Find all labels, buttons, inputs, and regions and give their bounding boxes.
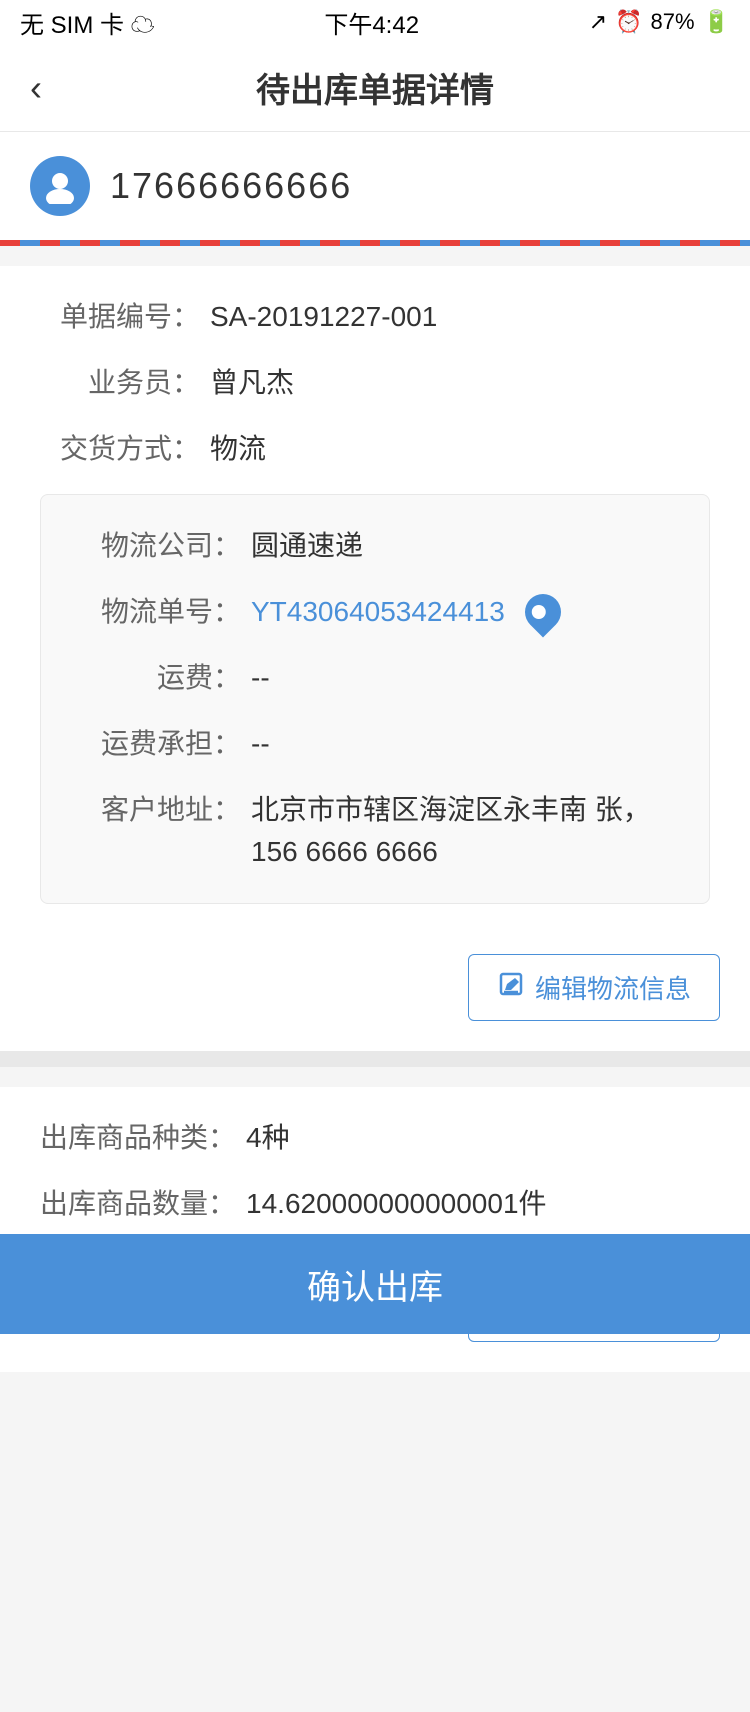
status-right: ↗ ⏰ 87% 🔋	[589, 9, 730, 35]
goods-types-label: 出库商品种类：	[40, 1117, 236, 1159]
freight-bearer-value: --	[251, 723, 669, 765]
battery-icon: 🔋	[703, 9, 730, 35]
logistics-section: 物流公司： 圆通速递 物流单号： YT43064053424413 运费： --…	[40, 494, 710, 904]
bottom-spacer	[0, 1372, 750, 1612]
main-content: 无 SIM 卡 ☁ 下午4:42 ↗ ⏰ 87% 🔋 ‹ 待出库单据详情 176…	[0, 0, 750, 1712]
avatar	[30, 156, 90, 216]
goods-types-row: 出库商品种类： 4种	[40, 1117, 710, 1159]
section-divider	[0, 1051, 750, 1067]
status-time: 下午4:42	[324, 5, 419, 40]
delivery-method-value: 物流	[210, 428, 710, 470]
salesperson-label: 业务员：	[40, 362, 200, 404]
customer-address-row: 客户地址： 北京市市辖区海淀区永丰南 张，156 6666 6666	[81, 789, 669, 873]
document-number-label: 单据编号：	[40, 296, 200, 338]
freight-bearer-label: 运费承担：	[81, 723, 241, 765]
delivery-method-label: 交货方式：	[40, 428, 200, 470]
dashed-separator	[0, 240, 750, 246]
delivery-method-row: 交货方式： 物流	[40, 428, 710, 470]
back-button[interactable]: ‹	[30, 67, 90, 109]
logistics-company-value: 圆通速递	[251, 525, 669, 567]
salesperson-row: 业务员： 曾凡杰	[40, 362, 710, 404]
logistics-company-label: 物流公司：	[81, 525, 241, 567]
location-status-icon: ↗	[589, 9, 607, 35]
goods-quantity-value: 14.620000000000001件	[246, 1183, 710, 1225]
freight-value: --	[251, 657, 669, 699]
goods-quantity-label: 出库商品数量：	[40, 1183, 236, 1225]
salesperson-value: 曾凡杰	[210, 362, 710, 404]
goods-section: 出库商品种类： 4种 出库商品数量： 14.620000000000001件	[0, 1087, 750, 1255]
tracking-number-label: 物流单号：	[81, 591, 241, 633]
customer-header: 17666666666	[0, 132, 750, 240]
nav-bar: ‹ 待出库单据详情	[0, 44, 750, 132]
alarm-icon: ⏰	[615, 9, 642, 35]
edit-logistics-container: 编辑物流信息	[0, 934, 750, 1051]
bottom-bar: 确认出库	[0, 1234, 750, 1334]
freight-row: 运费： --	[81, 657, 669, 699]
customer-address-value: 北京市市辖区海淀区永丰南 张，156 6666 6666	[251, 789, 669, 873]
confirm-button[interactable]: 确认出库	[307, 1260, 443, 1309]
tracking-number-row: 物流单号： YT43064053424413	[81, 591, 669, 633]
customer-address-label: 客户地址：	[81, 789, 241, 831]
goods-quantity-row: 出库商品数量： 14.620000000000001件	[40, 1183, 710, 1225]
edit-icon	[497, 970, 525, 1005]
basic-info-section: 单据编号： SA-20191227-001 业务员： 曾凡杰 交货方式： 物流 …	[0, 266, 750, 934]
nav-title: 待出库单据详情	[256, 63, 494, 112]
edit-logistics-button[interactable]: 编辑物流信息	[468, 954, 720, 1021]
customer-phone: 17666666666	[110, 165, 352, 207]
tracking-number-value: YT43064053424413	[251, 591, 669, 633]
freight-label: 运费：	[81, 657, 241, 699]
document-number-value: SA-20191227-001	[210, 296, 710, 338]
status-left: 无 SIM 卡 ☁	[20, 5, 155, 40]
document-number-row: 单据编号： SA-20191227-001	[40, 296, 710, 338]
sim-status: 无 SIM 卡 ☁	[20, 5, 155, 40]
goods-types-value: 4种	[246, 1117, 710, 1159]
logistics-company-row: 物流公司： 圆通速递	[81, 525, 669, 567]
location-icon[interactable]	[517, 586, 568, 637]
status-bar: 无 SIM 卡 ☁ 下午4:42 ↗ ⏰ 87% 🔋	[0, 0, 750, 44]
freight-bearer-row: 运费承担： --	[81, 723, 669, 765]
edit-logistics-label: 编辑物流信息	[535, 969, 691, 1006]
battery-level: 87%	[651, 9, 695, 35]
